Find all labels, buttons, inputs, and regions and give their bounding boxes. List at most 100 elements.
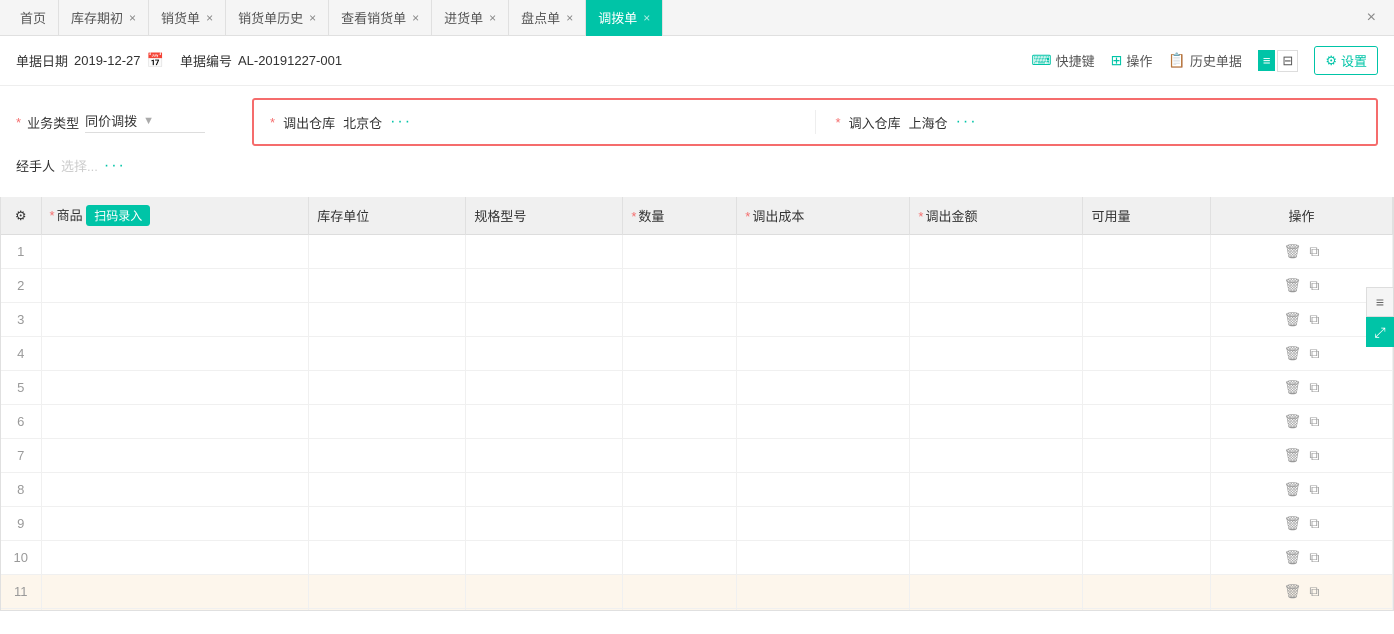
unit-cell-5[interactable]: [309, 371, 466, 405]
qty-cell-7[interactable]: [623, 439, 737, 473]
qty-cell-2[interactable]: [623, 269, 737, 303]
copy-icon-3[interactable]: ⧉: [1309, 311, 1319, 328]
available-cell-8[interactable]: [1083, 473, 1210, 507]
product-cell-7[interactable]: [41, 439, 309, 473]
product-cell-10[interactable]: [41, 541, 309, 575]
cost-cell-7[interactable]: [737, 439, 910, 473]
tab-sales-order[interactable]: 销货单 ×: [149, 0, 226, 36]
delete-icon-5[interactable]: 🗑: [1284, 379, 1302, 396]
product-cell-1[interactable]: [41, 235, 309, 269]
tab-home[interactable]: 首页: [8, 0, 59, 36]
product-cell-8[interactable]: [41, 473, 309, 507]
spec-cell-5[interactable]: [466, 371, 623, 405]
spec-cell-9[interactable]: [466, 507, 623, 541]
qty-cell-5[interactable]: [623, 371, 737, 405]
operator-more-icon[interactable]: ···: [104, 157, 126, 175]
delete-icon-8[interactable]: 🗑: [1284, 481, 1302, 498]
amount-cell-7[interactable]: [910, 439, 1083, 473]
cost-cell-3[interactable]: [737, 303, 910, 337]
amount-cell-2[interactable]: [910, 269, 1083, 303]
delete-icon-2[interactable]: 🗑: [1284, 277, 1302, 294]
copy-icon-7[interactable]: ⧉: [1309, 447, 1319, 464]
amount-cell-10[interactable]: [910, 541, 1083, 575]
copy-icon-2[interactable]: ⧉: [1309, 277, 1319, 294]
unit-cell-9[interactable]: [309, 507, 466, 541]
close-tab-purchase-order[interactable]: ×: [489, 11, 496, 25]
spec-cell-10[interactable]: [466, 541, 623, 575]
cost-cell-2[interactable]: [737, 269, 910, 303]
unit-cell-4[interactable]: [309, 337, 466, 371]
delete-icon-9[interactable]: 🗑: [1284, 515, 1302, 532]
cost-cell-10[interactable]: [737, 541, 910, 575]
unit-cell-6[interactable]: [309, 405, 466, 439]
amount-cell-8[interactable]: [910, 473, 1083, 507]
amount-cell-5[interactable]: [910, 371, 1083, 405]
spec-cell-7[interactable]: [466, 439, 623, 473]
copy-icon-6[interactable]: ⧉: [1309, 413, 1319, 430]
delete-icon-7[interactable]: 🗑: [1284, 447, 1302, 464]
tab-sales-history[interactable]: 销货单历史 ×: [226, 0, 329, 36]
available-cell-2[interactable]: [1083, 269, 1210, 303]
scan-entry-button[interactable]: 扫码录入: [86, 205, 150, 226]
available-cell-3[interactable]: [1083, 303, 1210, 337]
available-cell-10[interactable]: [1083, 541, 1210, 575]
close-tab-sales-history[interactable]: ×: [309, 11, 316, 25]
unit-cell-8[interactable]: [309, 473, 466, 507]
qty-cell-4[interactable]: [623, 337, 737, 371]
close-tab-transfer[interactable]: ×: [643, 11, 650, 25]
calendar-icon[interactable]: 📅: [147, 52, 164, 69]
copy-icon-1[interactable]: ⧉: [1309, 243, 1319, 260]
amount-cell-9[interactable]: [910, 507, 1083, 541]
qty-cell-8[interactable]: [623, 473, 737, 507]
amount-cell-6[interactable]: [910, 405, 1083, 439]
available-cell-6[interactable]: [1083, 405, 1210, 439]
available-cell-9[interactable]: [1083, 507, 1210, 541]
close-tab-sales-order[interactable]: ×: [206, 11, 213, 25]
qty-cell-9[interactable]: [623, 507, 737, 541]
tab-purchase-order[interactable]: 进货单 ×: [432, 0, 509, 36]
available-cell-5[interactable]: [1083, 371, 1210, 405]
copy-icon-4[interactable]: ⧉: [1309, 345, 1319, 362]
qty-cell-1[interactable]: [623, 235, 737, 269]
right-list-btn[interactable]: ≡: [1366, 287, 1394, 317]
close-window-button[interactable]: ×: [1357, 9, 1386, 27]
unit-cell-10[interactable]: [309, 541, 466, 575]
spec-cell-1[interactable]: [466, 235, 623, 269]
cost-cell-9[interactable]: [737, 507, 910, 541]
spec-cell-3[interactable]: [466, 303, 623, 337]
unit-cell-3[interactable]: [309, 303, 466, 337]
amount-cell-1[interactable]: [910, 235, 1083, 269]
product-cell-4[interactable]: [41, 337, 309, 371]
cost-cell-4[interactable]: [737, 337, 910, 371]
view-grid-btn[interactable]: ⊟: [1277, 50, 1298, 72]
right-expand-btn[interactable]: ⤢: [1366, 317, 1394, 347]
business-type-select[interactable]: 同价调拨 ▼: [85, 111, 205, 133]
tab-inventory-init[interactable]: 库存期初 ×: [59, 0, 149, 36]
cost-cell-1[interactable]: [737, 235, 910, 269]
unit-cell-1[interactable]: [309, 235, 466, 269]
available-cell-4[interactable]: [1083, 337, 1210, 371]
product-cell-9[interactable]: [41, 507, 309, 541]
unit-cell-7[interactable]: [309, 439, 466, 473]
product-cell-3[interactable]: [41, 303, 309, 337]
spec-cell-2[interactable]: [466, 269, 623, 303]
copy-icon-9[interactable]: ⧉: [1309, 515, 1319, 532]
delete-icon-11[interactable]: 🗑: [1284, 583, 1302, 600]
product-cell-2[interactable]: [41, 269, 309, 303]
available-cell-7[interactable]: [1083, 439, 1210, 473]
cost-cell-8[interactable]: [737, 473, 910, 507]
product-cell-6[interactable]: [41, 405, 309, 439]
tab-view-sales[interactable]: 查看销货单 ×: [329, 0, 432, 36]
delete-icon-10[interactable]: 🗑: [1284, 549, 1302, 566]
settings-button[interactable]: ⚙ 设置: [1314, 46, 1378, 75]
warehouse-out-more-icon[interactable]: ···: [390, 113, 412, 131]
qty-cell-6[interactable]: [623, 405, 737, 439]
qty-cell-3[interactable]: [623, 303, 737, 337]
spec-cell-8[interactable]: [466, 473, 623, 507]
product-cell-5[interactable]: [41, 371, 309, 405]
close-tab-inventory-init[interactable]: ×: [129, 11, 136, 25]
close-tab-view-sales[interactable]: ×: [412, 11, 419, 25]
spec-cell-4[interactable]: [466, 337, 623, 371]
warehouse-in-more-icon[interactable]: ···: [956, 113, 978, 131]
table-header-settings[interactable]: ⚙: [1, 197, 41, 235]
